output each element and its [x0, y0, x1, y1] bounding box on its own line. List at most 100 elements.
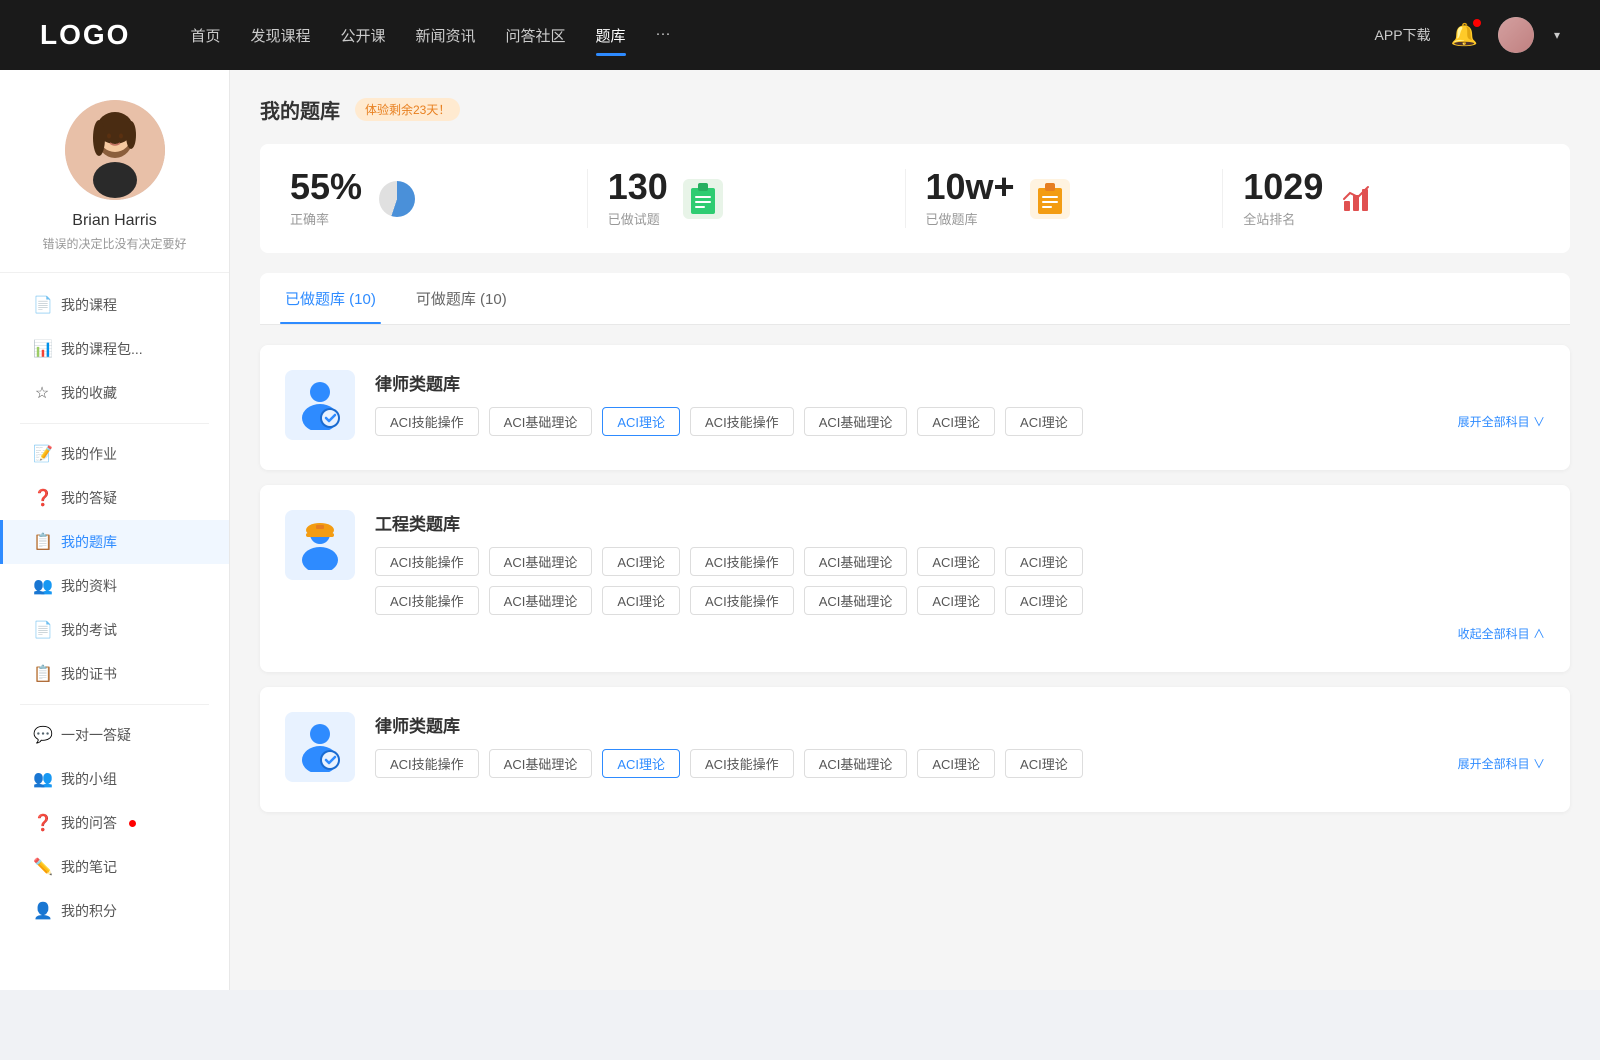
tag-3-3-active[interactable]: ACI理论	[602, 749, 680, 778]
divider-2	[20, 704, 209, 705]
tag-3-6[interactable]: ACI理论	[917, 749, 995, 778]
exams-icon: 📄	[33, 620, 51, 640]
homework-label: 我的作业	[61, 444, 117, 464]
sidebar: Brian Harris 错误的决定比没有决定要好 📄 我的课程 📊 我的课程包…	[0, 70, 230, 990]
tabs-row: 已做题库 (10) 可做题库 (10)	[260, 273, 1570, 325]
tag-2-3[interactable]: ACI理论	[602, 547, 680, 576]
nav-more[interactable]: ···	[656, 20, 671, 51]
tag-2-5[interactable]: ACI基础理论	[804, 547, 908, 576]
tag-1-1[interactable]: ACI技能操作	[375, 407, 479, 436]
courses-label: 我的课程	[61, 295, 117, 315]
stat-done-questions-number: 130	[608, 169, 668, 205]
main-content: 我的题库 体验剩余23天！ 55% 正确率 130 已做试题	[230, 70, 1600, 990]
stat-rank: 1029 全站排名	[1223, 169, 1540, 228]
groups-label: 我的小组	[61, 769, 117, 789]
tag-1-2[interactable]: ACI基础理论	[489, 407, 593, 436]
tag-1-7[interactable]: ACI理论	[1005, 407, 1083, 436]
questions-dot	[129, 820, 136, 827]
lawyer-person-icon-2	[298, 722, 342, 772]
tag-2-14[interactable]: ACI理论	[1005, 586, 1083, 615]
sidebar-item-courses[interactable]: 📄 我的课程	[0, 283, 229, 327]
groups-icon: 👥	[33, 769, 51, 789]
tag-2-12[interactable]: ACI基础理论	[804, 586, 908, 615]
courses-icon: 📄	[33, 295, 51, 315]
clipboard-green-icon	[689, 183, 717, 215]
certificates-icon: 📋	[33, 664, 51, 684]
tag-2-10[interactable]: ACI理论	[602, 586, 680, 615]
sidebar-item-materials[interactable]: 👥 我的资料	[0, 564, 229, 608]
app-download-btn[interactable]: APP下载	[1375, 25, 1431, 45]
sidebar-item-course-packages[interactable]: 📊 我的课程包...	[0, 327, 229, 371]
tag-1-5[interactable]: ACI基础理论	[804, 407, 908, 436]
page-title: 我的题库	[260, 95, 340, 124]
tag-2-8[interactable]: ACI技能操作	[375, 586, 479, 615]
qbank-tags-1: ACI技能操作 ACI基础理论 ACI理论 ACI技能操作 ACI基础理论 AC…	[375, 407, 1545, 436]
expand-btn-3[interactable]: 展开全部科目 ∨	[1458, 755, 1545, 772]
tag-3-5[interactable]: ACI基础理论	[804, 749, 908, 778]
tag-2-9[interactable]: ACI基础理论	[489, 586, 593, 615]
nav-news[interactable]: 新闻资讯	[416, 20, 476, 51]
sidebar-item-notes[interactable]: ✏️ 我的笔记	[0, 845, 229, 889]
nav-home[interactable]: 首页	[190, 20, 220, 51]
stat-accuracy: 55% 正确率	[290, 169, 588, 228]
nav-discover[interactable]: 发现课程	[250, 20, 310, 51]
tag-2-11[interactable]: ACI技能操作	[690, 586, 794, 615]
tag-1-3-active[interactable]: ACI理论	[602, 407, 680, 436]
user-avatar[interactable]	[1498, 17, 1534, 53]
tag-3-2[interactable]: ACI基础理论	[489, 749, 593, 778]
notification-bell[interactable]: 🔔	[1451, 22, 1478, 48]
tag-3-4[interactable]: ACI技能操作	[690, 749, 794, 778]
qbank-card-header-3: 律师类题库 ACI技能操作 ACI基础理论 ACI理论 ACI技能操作 ACI基…	[285, 712, 1545, 782]
avatar-dropdown-arrow[interactable]: ▾	[1554, 28, 1560, 42]
qbank-title-3: 律师类题库	[375, 712, 1545, 737]
trial-badge: 体验剩余23天！	[355, 98, 460, 121]
tag-2-7[interactable]: ACI理论	[1005, 547, 1083, 576]
profile-image	[65, 100, 165, 200]
expand-btn-1[interactable]: 展开全部科目 ∨	[1458, 413, 1545, 430]
sidebar-item-groups[interactable]: 👥 我的小组	[0, 757, 229, 801]
qbank-tags-2: ACI技能操作 ACI基础理论 ACI理论 ACI技能操作 ACI基础理论 AC…	[375, 547, 1545, 576]
tag-2-1[interactable]: ACI技能操作	[375, 547, 479, 576]
nav-questionbank[interactable]: 题库	[596, 20, 626, 51]
page-wrapper: Brian Harris 错误的决定比没有决定要好 📄 我的课程 📊 我的课程包…	[0, 70, 1600, 990]
nav-qa[interactable]: 问答社区	[506, 20, 566, 51]
nav-open-course[interactable]: 公开课	[340, 20, 385, 51]
tag-2-2[interactable]: ACI基础理论	[489, 547, 593, 576]
qbank-tags-3: ACI技能操作 ACI基础理论 ACI理论 ACI技能操作 ACI基础理论 AC…	[375, 749, 1545, 778]
sidebar-profile: Brian Harris 错误的决定比没有决定要好	[0, 100, 229, 273]
tab-done-banks[interactable]: 已做题库 (10)	[280, 273, 381, 324]
avatar	[65, 100, 165, 200]
nav-right: APP下载 🔔 ▾	[1375, 17, 1560, 53]
tag-2-13[interactable]: ACI理论	[917, 586, 995, 615]
tab-available-banks[interactable]: 可做题库 (10)	[411, 273, 512, 324]
pie-chart-icon	[379, 181, 415, 217]
qbank-card-header-2: 工程类题库 ACI技能操作 ACI基础理论 ACI理论 ACI技能操作 ACI基…	[285, 510, 1545, 642]
stat-done-banks-label: 已做题库	[926, 209, 1015, 228]
sidebar-item-questionbank[interactable]: 📋 我的题库	[0, 520, 229, 564]
stat-done-banks-number: 10w+	[926, 169, 1015, 205]
tag-1-6[interactable]: ACI理论	[917, 407, 995, 436]
sidebar-item-exams[interactable]: 📄 我的考试	[0, 608, 229, 652]
qbank-card-engineer: 工程类题库 ACI技能操作 ACI基础理论 ACI理论 ACI技能操作 ACI基…	[260, 485, 1570, 672]
qbank-card-header-1: 律师类题库 ACI技能操作 ACI基础理论 ACI理论 ACI技能操作 ACI基…	[285, 370, 1545, 440]
tag-3-1[interactable]: ACI技能操作	[375, 749, 479, 778]
tag-3-7[interactable]: ACI理论	[1005, 749, 1083, 778]
qbank-card-lawyer-2: 律师类题库 ACI技能操作 ACI基础理论 ACI理论 ACI技能操作 ACI基…	[260, 687, 1570, 812]
tag-2-6[interactable]: ACI理论	[917, 547, 995, 576]
notes-icon: ✏️	[33, 857, 51, 877]
stat-done-banks: 10w+ 已做题库	[906, 169, 1224, 228]
tag-1-4[interactable]: ACI技能操作	[690, 407, 794, 436]
sidebar-item-favorites[interactable]: ☆ 我的收藏	[0, 371, 229, 415]
sidebar-item-questions[interactable]: ❓ 我的问答	[0, 801, 229, 845]
sidebar-item-1on1-qa[interactable]: 💬 一对一答疑	[0, 713, 229, 757]
sidebar-item-qa-me[interactable]: ❓ 我的答疑	[0, 476, 229, 520]
stat-done-questions-wrap: 130 已做试题	[608, 169, 668, 228]
sidebar-item-certificates[interactable]: 📋 我的证书	[0, 652, 229, 696]
stat-rank-label: 全站排名	[1243, 209, 1323, 228]
sidebar-item-points[interactable]: 👤 我的积分	[0, 889, 229, 933]
tag-2-4[interactable]: ACI技能操作	[690, 547, 794, 576]
sidebar-item-homework[interactable]: 📝 我的作业	[0, 432, 229, 476]
stat-done-questions-icon	[683, 179, 723, 219]
collapse-btn-2[interactable]: 收起全部科目 ∧	[375, 625, 1545, 642]
logo[interactable]: LOGO	[40, 19, 130, 51]
